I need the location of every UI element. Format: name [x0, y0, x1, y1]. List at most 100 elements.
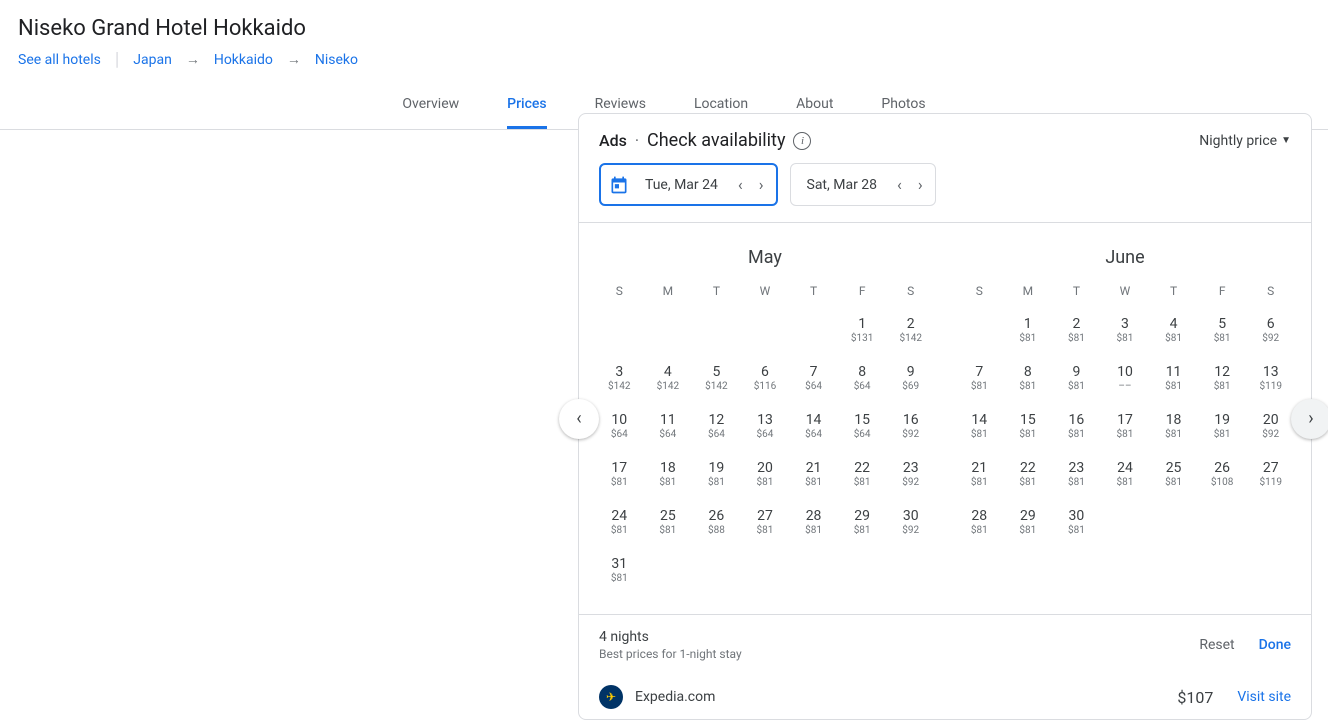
see-all-hotels-link[interactable]: See all hotels: [18, 52, 101, 68]
calendar-day[interactable]: 12$81: [1198, 354, 1247, 402]
calendar-day[interactable]: 9$69: [886, 354, 935, 402]
calendar-day[interactable]: 21$81: [955, 450, 1004, 498]
breadcrumb-japan[interactable]: Japan: [133, 52, 172, 68]
calendar-day[interactable]: 25$81: [1149, 450, 1198, 498]
day-price: $81: [1214, 381, 1231, 392]
calendar-day[interactable]: 6$116: [741, 354, 790, 402]
calendar-day[interactable]: 24$81: [595, 498, 644, 546]
day-number: 7: [975, 364, 983, 380]
calendar-day[interactable]: 24$81: [1101, 450, 1150, 498]
checkout-prev-button[interactable]: ‹: [893, 171, 906, 198]
calendar-day[interactable]: 3$81: [1101, 306, 1150, 354]
calendar-day[interactable]: 21$81: [789, 450, 838, 498]
calendar-day[interactable]: 13$64: [741, 402, 790, 450]
calendar-day[interactable]: 11$81: [1149, 354, 1198, 402]
calendar-day[interactable]: 20$92: [1246, 402, 1295, 450]
breadcrumb-hokkaido[interactable]: Hokkaido: [214, 52, 273, 68]
tab-prices[interactable]: Prices: [507, 82, 546, 129]
day-price: $81: [1165, 477, 1182, 488]
breadcrumb-niseko[interactable]: Niseko: [315, 52, 358, 68]
calendar-day[interactable]: 4$81: [1149, 306, 1198, 354]
calendar-day[interactable]: 14$64: [789, 402, 838, 450]
day-number: 17: [611, 460, 627, 476]
calendar-day[interactable]: 26$88: [692, 498, 741, 546]
checkin-date-picker[interactable]: Tue, Mar 24 ‹ ›: [599, 163, 778, 206]
calendar-day[interactable]: 3$142: [595, 354, 644, 402]
calendar-day[interactable]: 26$108: [1198, 450, 1247, 498]
calendar-day[interactable]: 18$81: [1149, 402, 1198, 450]
calendar-day[interactable]: 29$81: [1004, 498, 1053, 546]
reset-button[interactable]: Reset: [1199, 637, 1234, 653]
calendar-day[interactable]: 1$131: [838, 306, 887, 354]
calendar-day[interactable]: 25$81: [644, 498, 693, 546]
day-price: $81: [708, 477, 725, 488]
calendar-day[interactable]: 4$142: [644, 354, 693, 402]
done-button[interactable]: Done: [1259, 637, 1291, 653]
calendar-day[interactable]: 6$92: [1246, 306, 1295, 354]
calendar-day[interactable]: 10$64: [595, 402, 644, 450]
checkin-date-text: Tue, Mar 24: [637, 177, 726, 193]
day-number: 15: [1020, 412, 1036, 428]
day-price: $81: [1165, 429, 1182, 440]
calendar-day[interactable]: 20$81: [741, 450, 790, 498]
checkin-prev-button[interactable]: ‹: [734, 171, 747, 198]
checkin-next-button[interactable]: ›: [755, 171, 768, 198]
calendar-day[interactable]: 9$81: [1052, 354, 1101, 402]
calendar-day[interactable]: 15$81: [1004, 402, 1053, 450]
calendar-day[interactable]: 2$81: [1052, 306, 1101, 354]
calendar-next-button[interactable]: ›: [1291, 399, 1328, 439]
weekday-label: S: [1246, 284, 1295, 298]
check-availability-label: Check availability: [647, 130, 785, 151]
day-price: $81: [1165, 381, 1182, 392]
calendar-day[interactable]: 10––: [1101, 354, 1150, 402]
day-price: $92: [902, 525, 919, 536]
calendar-day[interactable]: 30$81: [1052, 498, 1101, 546]
calendar-day[interactable]: 28$81: [955, 498, 1004, 546]
day-number: 5: [1218, 316, 1226, 332]
day-price: $81: [1214, 429, 1231, 440]
day-price: $92: [902, 429, 919, 440]
calendar-day[interactable]: 31$81: [595, 546, 644, 594]
calendar-day[interactable]: 15$64: [838, 402, 887, 450]
calendar-day[interactable]: 29$81: [838, 498, 887, 546]
calendar-day[interactable]: 30$92: [886, 498, 935, 546]
calendar-day[interactable]: 8$81: [1004, 354, 1053, 402]
calendar-day[interactable]: 22$81: [1004, 450, 1053, 498]
calendar-day[interactable]: 16$81: [1052, 402, 1101, 450]
calendar-day[interactable]: 19$81: [1198, 402, 1247, 450]
calendar-day[interactable]: 17$81: [595, 450, 644, 498]
day-price: $81: [854, 525, 871, 536]
day-price: $92: [1262, 429, 1279, 440]
info-icon[interactable]: i: [793, 132, 811, 150]
calendar-day[interactable]: 23$81: [1052, 450, 1101, 498]
breadcrumb: See all hotels | Japan → Hokkaido → Nise…: [18, 49, 1310, 70]
calendar-day[interactable]: 27$81: [741, 498, 790, 546]
calendar-day[interactable]: 2$142: [886, 306, 935, 354]
calendar-day[interactable]: 7$64: [789, 354, 838, 402]
calendar-day[interactable]: 11$64: [644, 402, 693, 450]
nightly-price-dropdown[interactable]: Nightly price ▼: [1199, 133, 1291, 149]
calendar-day[interactable]: 28$81: [789, 498, 838, 546]
calendar-day[interactable]: 5$142: [692, 354, 741, 402]
calendar-prev-button[interactable]: ‹: [559, 399, 599, 439]
breadcrumb-divider: |: [115, 49, 119, 70]
calendar-day[interactable]: 23$92: [886, 450, 935, 498]
calendar-day[interactable]: 7$81: [955, 354, 1004, 402]
calendar-day[interactable]: 22$81: [838, 450, 887, 498]
checkout-date-picker[interactable]: Sat, Mar 28 ‹ ›: [790, 163, 936, 206]
calendar-day[interactable]: 16$92: [886, 402, 935, 450]
calendar-day[interactable]: 14$81: [955, 402, 1004, 450]
tab-overview[interactable]: Overview: [402, 82, 459, 129]
calendar-day[interactable]: 12$64: [692, 402, 741, 450]
visit-site-link[interactable]: Visit site: [1237, 689, 1291, 705]
checkout-next-button[interactable]: ›: [914, 171, 927, 198]
calendar-day[interactable]: 19$81: [692, 450, 741, 498]
calendar-day[interactable]: 5$81: [1198, 306, 1247, 354]
calendar-day[interactable]: 8$64: [838, 354, 887, 402]
calendar-day[interactable]: 18$81: [644, 450, 693, 498]
calendar-day[interactable]: 1$81: [1004, 306, 1053, 354]
calendar-day[interactable]: 17$81: [1101, 402, 1150, 450]
day-number: 23: [903, 460, 919, 476]
calendar-day[interactable]: 27$119: [1246, 450, 1295, 498]
calendar-day[interactable]: 13$119: [1246, 354, 1295, 402]
